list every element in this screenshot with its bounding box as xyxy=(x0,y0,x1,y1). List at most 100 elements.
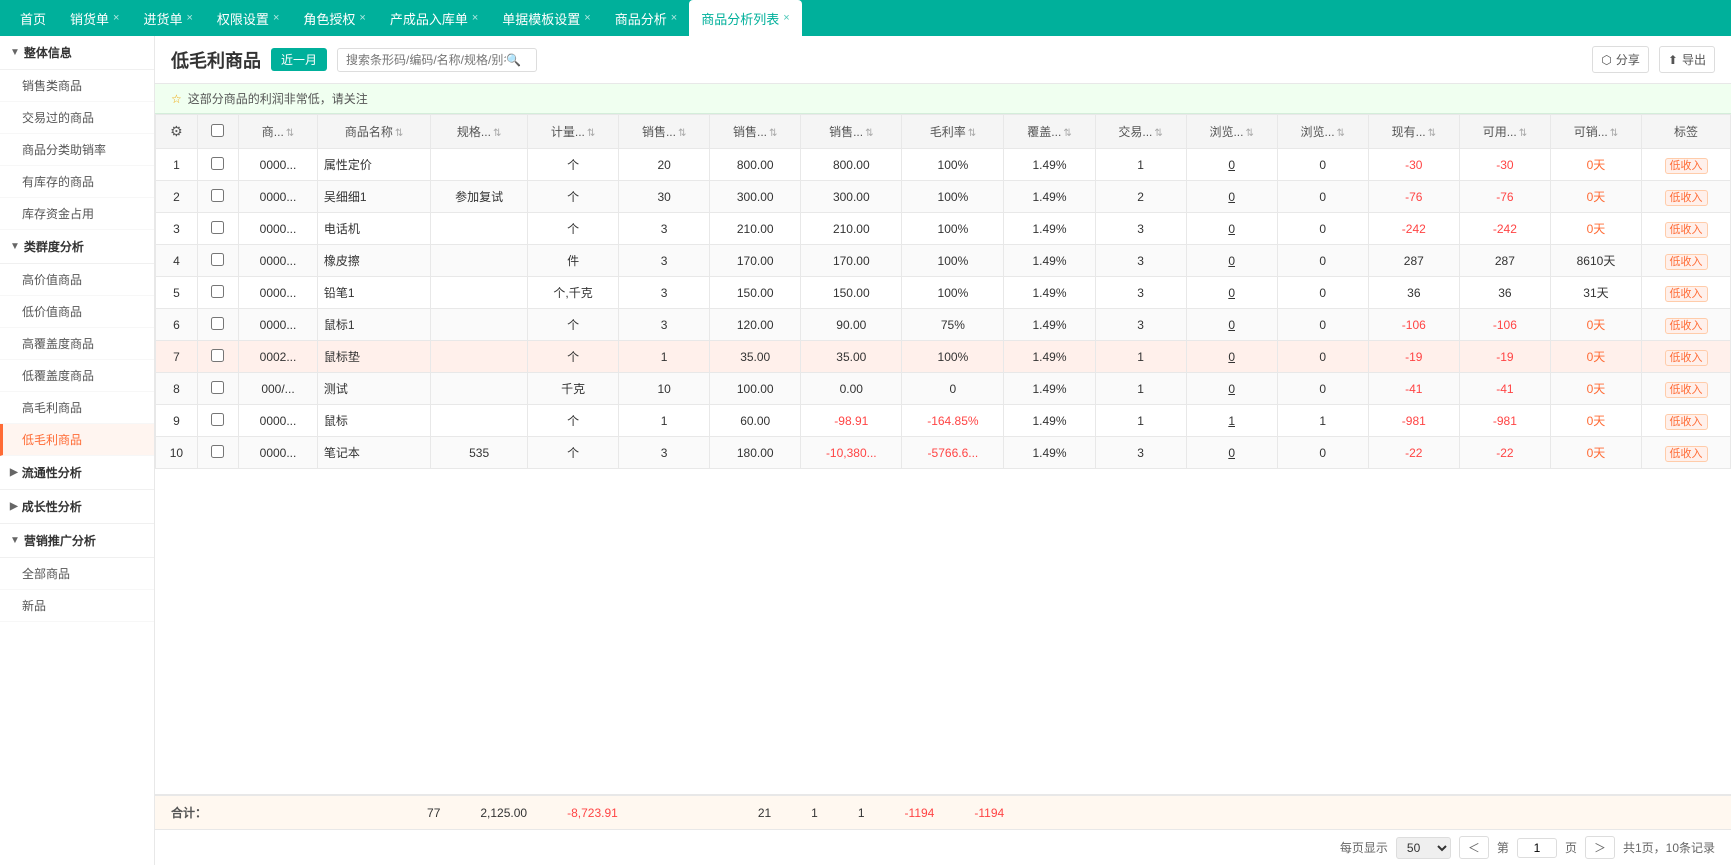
browse-link[interactable]: 0 xyxy=(1228,350,1235,364)
export-button[interactable]: ⬆ 导出 xyxy=(1659,46,1715,73)
sidebar-item-全部商品[interactable]: 全部商品 xyxy=(0,558,154,590)
row-browse1[interactable]: 0 xyxy=(1186,213,1277,245)
col-header-available[interactable]: 可用...⇅ xyxy=(1459,115,1550,149)
row-browse1[interactable]: 1 xyxy=(1186,405,1277,437)
nav-item-商品分析列表[interactable]: 商品分析列表× xyxy=(689,0,801,36)
sidebar-item-商品分类助销率[interactable]: 商品分类助销率 xyxy=(0,134,154,166)
sidebar-item-有库存的商品[interactable]: 有库存的商品 xyxy=(0,166,154,198)
col-header-sales_profit[interactable]: 销售...⇅ xyxy=(801,115,902,149)
search-input[interactable] xyxy=(346,53,506,67)
close-tab-icon[interactable]: × xyxy=(472,12,478,24)
nav-item-进货单[interactable]: 进货单× xyxy=(131,0,204,36)
nav-item-单据模板设置[interactable]: 单据模板设置× xyxy=(490,0,602,36)
prev-page-button[interactable]: ＜ xyxy=(1459,836,1489,859)
sidebar-group-整体信息[interactable]: ▼整体信息 xyxy=(0,36,154,70)
sidebar-group-流通性分析[interactable]: ▶流通性分析 xyxy=(0,456,154,490)
row-checkbox[interactable] xyxy=(211,189,224,202)
nav-item-商品分析[interactable]: 商品分析× xyxy=(603,0,689,36)
col-header-current_stock[interactable]: 现有...⇅ xyxy=(1368,115,1459,149)
col-header-gross_rate[interactable]: 毛利率⇅ xyxy=(902,115,1004,149)
page-number-input[interactable] xyxy=(1517,838,1557,858)
settings-icon[interactable]: ⚙ xyxy=(170,123,183,139)
sidebar-item-销售类商品[interactable]: 销售类商品 xyxy=(0,70,154,102)
next-page-button[interactable]: ＞ xyxy=(1585,836,1615,859)
row-browse1[interactable]: 0 xyxy=(1186,245,1277,277)
nav-item-产成品入库单[interactable]: 产成品入库单× xyxy=(378,0,490,36)
close-tab-icon[interactable]: × xyxy=(113,12,119,24)
col-header-browse2[interactable]: 浏览...⇅ xyxy=(1277,115,1368,149)
col-header-coverage[interactable]: 覆盖...⇅ xyxy=(1004,115,1095,149)
nav-item-首页[interactable]: 首页 xyxy=(8,0,58,36)
row-checkbox[interactable] xyxy=(211,221,224,234)
sidebar-item-高覆盖度商品[interactable]: 高覆盖度商品 xyxy=(0,328,154,360)
row-checkbox[interactable] xyxy=(211,349,224,362)
col-header-saleable[interactable]: 可销...⇅ xyxy=(1550,115,1641,149)
sidebar-item-低价值商品[interactable]: 低价值商品 xyxy=(0,296,154,328)
close-tab-icon[interactable]: × xyxy=(186,12,192,24)
col-header-spec[interactable]: 规格...⇅ xyxy=(431,115,528,149)
row-saleable: 8610天 xyxy=(1550,245,1641,277)
col-header-code[interactable]: 商...⇅ xyxy=(239,115,318,149)
row-current-stock: -242 xyxy=(1368,213,1459,245)
row-browse1[interactable]: 0 xyxy=(1186,181,1277,213)
sidebar-item-低覆盖度商品[interactable]: 低覆盖度商品 xyxy=(0,360,154,392)
row-browse1[interactable]: 0 xyxy=(1186,437,1277,469)
col-header-browse1[interactable]: 浏览...⇅ xyxy=(1186,115,1277,149)
browse-link[interactable]: 0 xyxy=(1228,286,1235,300)
browse-link[interactable]: 0 xyxy=(1228,382,1235,396)
sidebar-item-高毛利商品[interactable]: 高毛利商品 xyxy=(0,392,154,424)
select-all-checkbox[interactable] xyxy=(211,124,224,137)
nav-item-权限设置[interactable]: 权限设置× xyxy=(205,0,291,36)
sidebar-item-低毛利商品[interactable]: 低毛利商品 xyxy=(0,424,154,456)
close-tab-icon[interactable]: × xyxy=(671,12,677,24)
row-sales-profit: 210.00 xyxy=(801,213,902,245)
sidebar-item-新品[interactable]: 新品 xyxy=(0,590,154,622)
browse-link[interactable]: 0 xyxy=(1228,446,1235,460)
browse-link[interactable]: 1 xyxy=(1228,414,1235,428)
col-header-sales_count[interactable]: 销售...⇅ xyxy=(619,115,710,149)
close-tab-icon[interactable]: × xyxy=(584,12,590,24)
row-browse1[interactable]: 0 xyxy=(1186,373,1277,405)
sidebar-group-类群度分析[interactable]: ▼类群度分析 xyxy=(0,230,154,264)
col-header-sales_amount[interactable]: 销售...⇅ xyxy=(710,115,801,149)
col-header-transaction[interactable]: 交易...⇅ xyxy=(1095,115,1186,149)
page-size-label: 每页显示 xyxy=(1340,839,1388,856)
close-tab-icon[interactable]: × xyxy=(783,12,789,24)
date-filter-button[interactable]: 近一月 xyxy=(271,48,327,71)
row-checkbox[interactable] xyxy=(211,445,224,458)
nav-item-角色授权[interactable]: 角色授权× xyxy=(291,0,377,36)
row-checkbox[interactable] xyxy=(211,317,224,330)
close-tab-icon[interactable]: × xyxy=(359,12,365,24)
sidebar-group-营销推广分析[interactable]: ▼营销推广分析 xyxy=(0,524,154,558)
share-button[interactable]: ⬡ 分享 xyxy=(1592,46,1649,73)
col-header-unit[interactable]: 计量...⇅ xyxy=(528,115,619,149)
row-browse1[interactable]: 0 xyxy=(1186,309,1277,341)
row-checkbox[interactable] xyxy=(211,381,224,394)
col-header-name[interactable]: 商品名称⇅ xyxy=(317,115,430,149)
close-tab-icon[interactable]: × xyxy=(273,12,279,24)
browse-link[interactable]: 0 xyxy=(1228,254,1235,268)
row-checkbox[interactable] xyxy=(211,157,224,170)
row-browse1[interactable]: 0 xyxy=(1186,277,1277,309)
row-checkbox[interactable] xyxy=(211,413,224,426)
sidebar-item-高价值商品[interactable]: 高价值商品 xyxy=(0,264,154,296)
browse-link[interactable]: 0 xyxy=(1228,158,1235,172)
sidebar-item-库存资金占用[interactable]: 库存资金占用 xyxy=(0,198,154,230)
row-browse1[interactable]: 0 xyxy=(1186,341,1277,373)
nav-item-销货单[interactable]: 销货单× xyxy=(58,0,131,36)
row-checkbox[interactable] xyxy=(211,285,224,298)
browse-link[interactable]: 0 xyxy=(1228,222,1235,236)
row-checkbox[interactable] xyxy=(211,253,224,266)
browse-link[interactable]: 0 xyxy=(1228,318,1235,332)
page-size-select[interactable]: 50 20 100 xyxy=(1396,837,1451,859)
row-sales-amount: 800.00 xyxy=(710,149,801,181)
search-icon[interactable]: 🔍 xyxy=(506,53,521,67)
row-coverage: 1.49% xyxy=(1004,405,1095,437)
row-num: 3 xyxy=(156,213,198,245)
row-tag: 低收入 xyxy=(1642,373,1731,405)
row-sales-amount: 100.00 xyxy=(710,373,801,405)
browse-link[interactable]: 0 xyxy=(1228,190,1235,204)
row-browse1[interactable]: 0 xyxy=(1186,149,1277,181)
sidebar-item-交易过的商品[interactable]: 交易过的商品 xyxy=(0,102,154,134)
sidebar-group-成长性分析[interactable]: ▶成长性分析 xyxy=(0,490,154,524)
